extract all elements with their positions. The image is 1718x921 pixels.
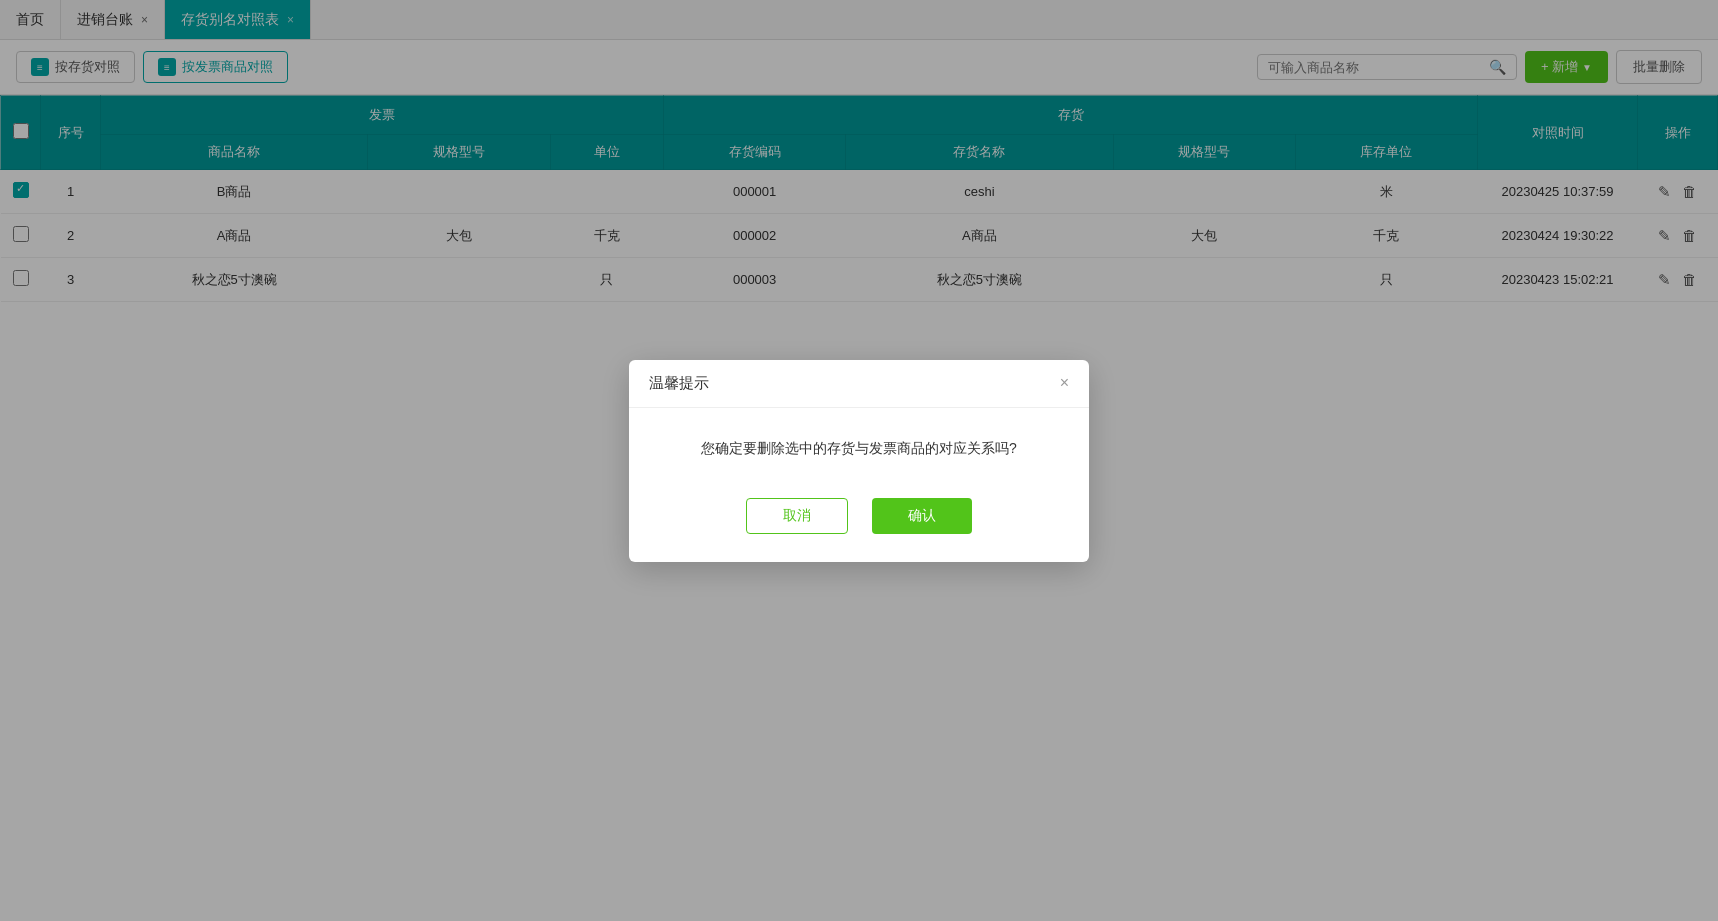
- dialog-message: 您确定要删除选中的存货与发票商品的对应关系吗?: [701, 440, 1017, 456]
- btn-cancel[interactable]: 取消: [746, 498, 848, 534]
- overlay: 温馨提示 × 您确定要删除选中的存货与发票商品的对应关系吗? 取消 确认: [0, 0, 1718, 921]
- dialog: 温馨提示 × 您确定要删除选中的存货与发票商品的对应关系吗? 取消 确认: [629, 360, 1089, 562]
- dialog-header: 温馨提示 ×: [629, 360, 1089, 408]
- dialog-close-icon[interactable]: ×: [1060, 374, 1069, 392]
- dialog-body: 您确定要删除选中的存货与发票商品的对应关系吗?: [629, 408, 1089, 482]
- dialog-footer: 取消 确认: [629, 482, 1089, 562]
- btn-confirm[interactable]: 确认: [872, 498, 972, 534]
- dialog-title: 温馨提示: [649, 374, 709, 393]
